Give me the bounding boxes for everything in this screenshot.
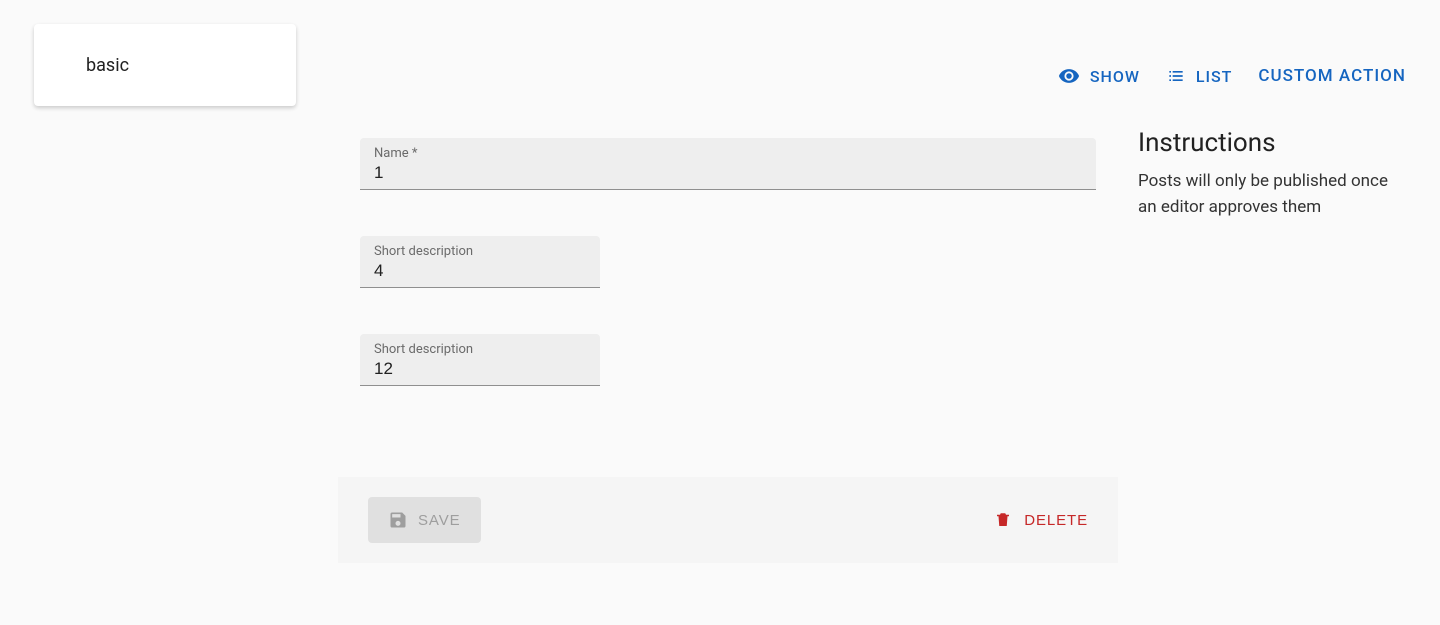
eye-icon <box>1058 65 1080 87</box>
delete-button[interactable]: DELETE <box>994 511 1088 529</box>
show-label: SHOW <box>1090 67 1140 86</box>
card-basic[interactable]: basic <box>34 24 296 106</box>
name-label: Name * <box>374 146 1082 161</box>
trash-icon <box>994 511 1012 529</box>
list-label: LIST <box>1196 67 1232 86</box>
custom-action-button[interactable]: CUSTOM ACTION <box>1258 66 1406 86</box>
form-area: Name * Short description Short descripti… <box>360 138 1096 432</box>
short-description-label-1: Short description <box>374 244 586 259</box>
aside-title: Instructions <box>1138 128 1408 158</box>
save-icon <box>388 510 408 530</box>
list-icon <box>1166 66 1186 86</box>
name-input[interactable] <box>374 161 1082 183</box>
aside-instructions: Instructions Posts will only be publishe… <box>1138 128 1408 221</box>
short-description-field-1[interactable]: Short description <box>360 236 600 288</box>
show-button[interactable]: SHOW <box>1058 65 1140 87</box>
card-basic-title: basic <box>86 55 129 76</box>
delete-label: DELETE <box>1024 512 1088 529</box>
aside-body: Posts will only be published once an edi… <box>1138 168 1408 221</box>
toolbar: SAVE DELETE <box>338 477 1118 563</box>
actions-row: SHOW LIST CUSTOM ACTION <box>1058 65 1406 87</box>
short-description-field-2[interactable]: Short description <box>360 334 600 386</box>
short-description-label-2: Short description <box>374 342 586 357</box>
short-description-input-2[interactable] <box>374 357 586 379</box>
name-field[interactable]: Name * <box>360 138 1096 190</box>
short-description-input-1[interactable] <box>374 259 586 281</box>
save-label: SAVE <box>418 512 461 529</box>
save-button[interactable]: SAVE <box>368 497 481 543</box>
custom-action-label: CUSTOM ACTION <box>1258 66 1406 86</box>
list-button[interactable]: LIST <box>1166 66 1232 86</box>
